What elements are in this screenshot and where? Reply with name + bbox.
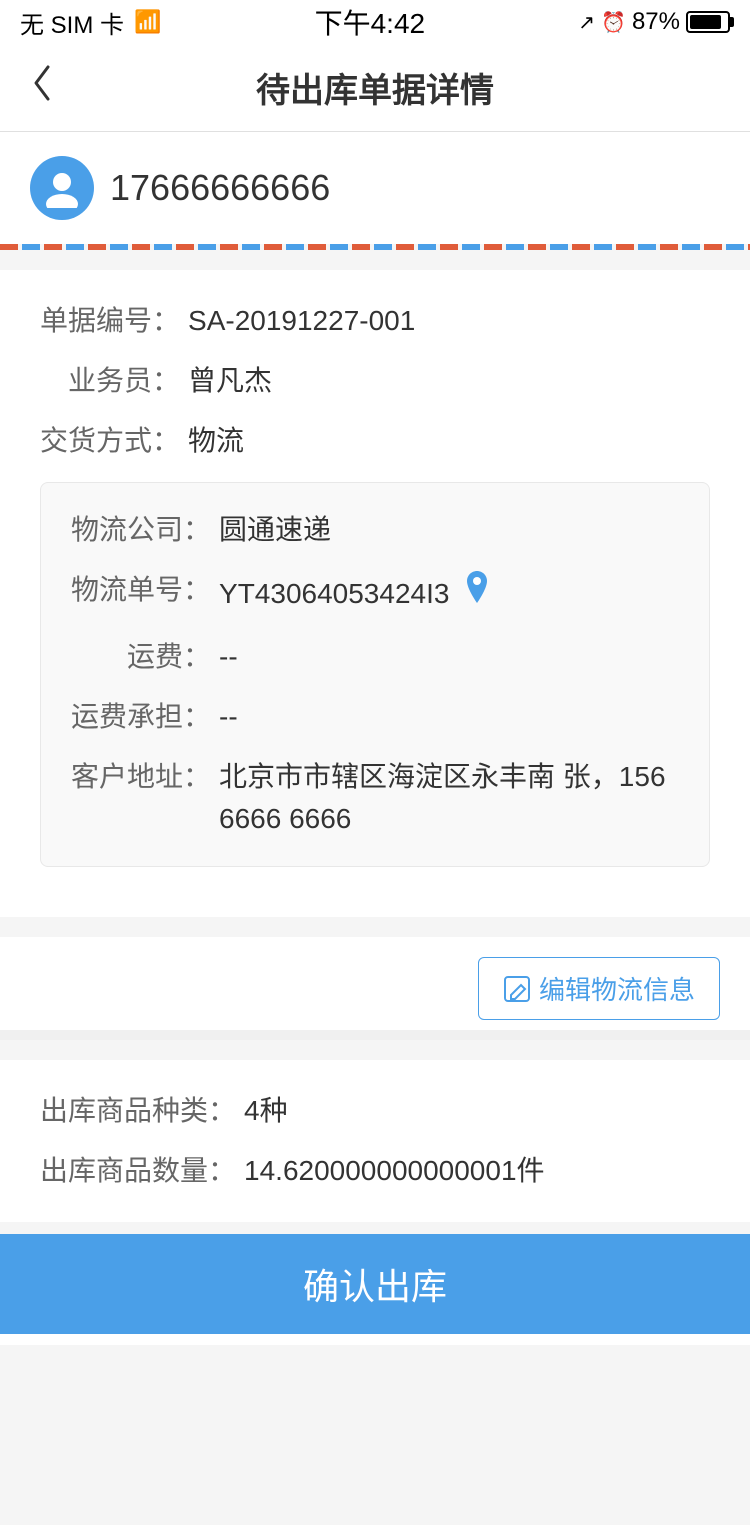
customer-header: 17666666666 [0,132,750,244]
order-number-value: SA-20191227-001 [188,300,710,342]
logistics-company-row: 物流公司： 圆通速递 [71,509,679,551]
tracking-number-label: 物流单号： [71,569,211,611]
sales-person-label: 业务员： [40,360,180,402]
map-pin-icon[interactable] [461,569,493,618]
confirm-button-label: 确认出库 [303,1258,447,1310]
location-status-icon: ↗ [578,10,595,35]
carrier-text: 无 SIM 卡 [20,5,124,40]
delivery-method-label: 交货方式： [40,420,180,462]
edit-icon [503,975,531,1003]
edit-btn-row: 编辑物流信息 [0,937,750,1030]
basic-info-section: 单据编号： SA-20191227-001 业务员： 曾凡杰 交货方式： 物流 … [0,270,750,917]
nav-bar: 待出库单据详情 [0,44,750,132]
tracking-number-value: YT43064053424I3 [219,569,679,618]
goods-info-section: 出库商品种类： 4种 出库商品数量： 14.620000000000001件 [0,1060,750,1222]
wifi-icon: 📶 [134,9,161,35]
order-number-row: 单据编号： SA-20191227-001 [40,300,710,342]
status-right: ↗ ⏰ 87% [578,8,730,36]
edit-logistics-button[interactable]: 编辑物流信息 [478,957,720,1020]
freight-bearer-value: -- [219,696,679,738]
delivery-method-row: 交货方式： 物流 [40,420,710,462]
logistics-card: 物流公司： 圆通速递 物流单号： YT43064053424I3 运费： -- … [40,482,710,867]
freight-row: 运费： -- [71,636,679,678]
goods-quantity-row: 出库商品数量： 14.620000000000001件 [40,1150,710,1192]
freight-bearer-row: 运费承担： -- [71,696,679,738]
status-bar: 无 SIM 卡 📶 下午4:42 ↗ ⏰ 87% [0,0,750,44]
freight-value: -- [219,636,679,678]
order-number-label: 单据编号： [40,300,180,342]
battery-icon [686,11,730,33]
address-value: 北京市市辖区海淀区永丰南 张，156 6666 6666 [219,756,679,840]
sales-person-value: 曾凡杰 [188,360,710,402]
goods-quantity-label: 出库商品数量： [40,1150,236,1192]
section-divider-1 [0,1030,750,1040]
tracking-number-row: 物流单号： YT43064053424I3 [71,569,679,618]
status-time: 下午4:42 [315,2,426,42]
battery-text: 87% [632,8,680,36]
page-title: 待出库单据详情 [256,63,494,112]
bottom-spacer [0,1345,750,1525]
goods-type-label: 出库商品种类： [40,1090,236,1132]
customer-phone: 17666666666 [110,167,330,209]
dashed-divider [0,244,750,250]
logistics-company-label: 物流公司： [71,509,211,551]
freight-label: 运费： [71,636,211,678]
freight-bearer-label: 运费承担： [71,696,211,738]
confirm-button-bar[interactable]: 确认出库 [0,1234,750,1334]
delivery-method-value: 物流 [188,420,710,462]
sales-person-row: 业务员： 曾凡杰 [40,360,710,402]
logistics-company-value: 圆通速递 [219,509,679,551]
avatar [30,156,94,220]
goods-type-value: 4种 [244,1090,710,1132]
status-left: 无 SIM 卡 📶 [20,5,161,40]
address-row: 客户地址： 北京市市辖区海淀区永丰南 张，156 6666 6666 [71,756,679,840]
back-button[interactable] [30,63,54,112]
address-label: 客户地址： [71,756,211,798]
goods-quantity-value: 14.620000000000001件 [244,1150,710,1192]
alarm-icon: ⏰ [601,10,626,35]
goods-type-row: 出库商品种类： 4种 [40,1090,710,1132]
